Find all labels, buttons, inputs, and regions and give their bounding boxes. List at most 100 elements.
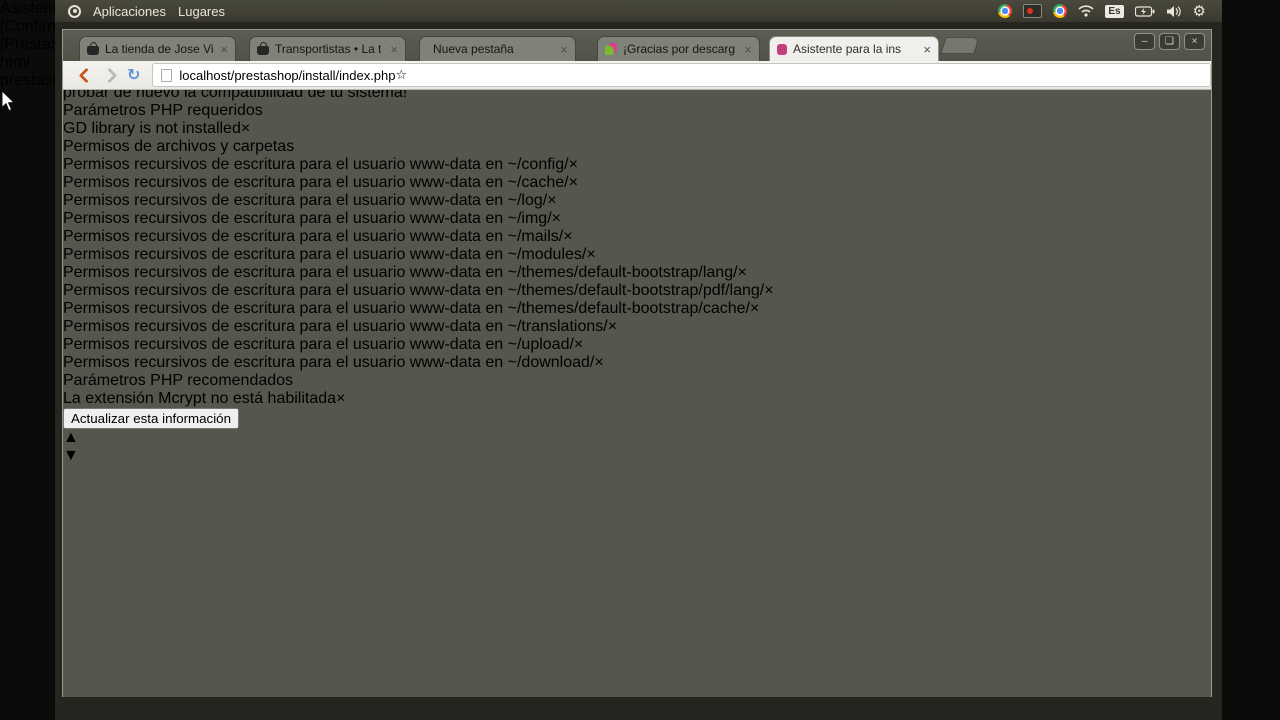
requirements-section: Permisos de archivos y carpetas Permisos … bbox=[63, 138, 1211, 372]
scroll-up-icon[interactable]: ▲ bbox=[63, 429, 79, 446]
keyboard-layout-indicator[interactable]: Es bbox=[1105, 4, 1124, 18]
requirement-text: Permisos recursivos de escritura para el… bbox=[63, 156, 569, 173]
requirements-panel: probar de nuevo la compatibilidad de tu … bbox=[63, 84, 1211, 429]
browser-tab[interactable]: ¡Gracias por descarg × bbox=[597, 36, 760, 61]
requirement-text: Permisos recursivos de escritura para el… bbox=[63, 192, 548, 209]
requirement-row: Permisos recursivos de escritura para el… bbox=[63, 336, 1211, 354]
requirement-text: Permisos recursivos de escritura para el… bbox=[63, 228, 564, 245]
reload-button-icon[interactable]: ↻ bbox=[127, 67, 140, 83]
prestashop-download-favicon-icon bbox=[605, 43, 617, 55]
battery-icon[interactable] bbox=[1134, 5, 1155, 17]
requirement-row: Permisos recursivos de escritura para el… bbox=[63, 210, 1211, 228]
tab-close-icon[interactable]: × bbox=[384, 42, 398, 57]
requirement-text: Permisos recursivos de escritura para el… bbox=[63, 264, 738, 281]
requirement-row: Permisos recursivos de escritura para el… bbox=[63, 264, 1211, 282]
tab-title: La tienda de Jose Vi bbox=[105, 42, 214, 56]
error-x-icon: × bbox=[607, 318, 618, 335]
tab-title: Nueva pestaña bbox=[433, 42, 514, 56]
mouse-cursor bbox=[0, 89, 16, 116]
requirement-text: Permisos recursivos de escritura para el… bbox=[63, 210, 552, 227]
places-menu[interactable]: Lugares bbox=[178, 4, 225, 19]
requirement-text: GD library is not installed bbox=[63, 120, 241, 137]
screen-recorder-icon[interactable] bbox=[1023, 4, 1043, 18]
error-x-icon: × bbox=[551, 210, 561, 227]
requirement-row: La extensión Mcrypt no está habilitada× bbox=[63, 390, 1211, 408]
section-header: Permisos de archivos y carpetas bbox=[63, 138, 295, 155]
minimize-button[interactable]: – bbox=[1134, 33, 1155, 50]
scroll-down-icon[interactable]: ▼ bbox=[63, 447, 79, 464]
requirement-text: Permisos recursivos de escritura para el… bbox=[63, 300, 750, 317]
new-tab-button[interactable] bbox=[940, 37, 980, 54]
maximize-button[interactable]: ❑ bbox=[1159, 33, 1180, 50]
requirement-row: Permisos recursivos de escritura para el… bbox=[63, 156, 1211, 174]
requirement-text: La extensión Mcrypt no está habilitada bbox=[63, 390, 337, 407]
chrome-tray-icon[interactable] bbox=[998, 4, 1013, 18]
browser-tab[interactable]: La tienda de Jose Vi × bbox=[79, 36, 236, 61]
requirements-section: Parámetros PHP recomendados La extensión … bbox=[63, 372, 1211, 408]
error-x-icon: × bbox=[573, 336, 584, 353]
section-header: Parámetros PHP recomendados bbox=[63, 372, 294, 389]
requirement-row: Permisos recursivos de escritura para el… bbox=[63, 192, 1211, 210]
requirement-text: Permisos recursivos de escritura para el… bbox=[63, 354, 595, 371]
requirement-row: Permisos recursivos de escritura para el… bbox=[63, 228, 1211, 246]
system-tray: Es ⚙ bbox=[998, 3, 1206, 19]
wifi-icon[interactable] bbox=[1078, 5, 1094, 17]
requirement-text: Permisos recursivos de escritura para el… bbox=[63, 318, 608, 335]
forward-button-icon[interactable] bbox=[101, 67, 118, 83]
requirement-row: Permisos recursivos de escritura para el… bbox=[63, 300, 1211, 318]
error-x-icon: × bbox=[586, 246, 596, 263]
page-scrollbar[interactable]: ▲ ▼ bbox=[63, 429, 1211, 465]
error-x-icon: × bbox=[336, 390, 346, 407]
requirement-row: Permisos recursivos de escritura para el… bbox=[63, 246, 1211, 264]
requirement-row: Permisos recursivos de escritura para el… bbox=[63, 174, 1211, 192]
error-x-icon: × bbox=[737, 264, 747, 281]
close-button[interactable]: × bbox=[1184, 33, 1205, 50]
section-header: Parámetros PHP requeridos bbox=[63, 102, 263, 119]
back-button-icon[interactable] bbox=[78, 67, 95, 83]
requirement-text: Permisos recursivos de escritura para el… bbox=[63, 282, 765, 299]
requirement-text: Permisos recursivos de escritura para el… bbox=[63, 336, 574, 353]
browser-window: La tienda de Jose Vi × Transportistas • La… bbox=[62, 29, 1212, 697]
tab-title: Asistente para la ins bbox=[793, 42, 902, 56]
bookmark-star-icon[interactable]: ☆ bbox=[396, 67, 408, 83]
browser-tab[interactable]: Nueva pestaña × bbox=[419, 36, 576, 61]
ubuntu-top-panel: Aplicaciones Lugares Es ⚙ bbox=[55, 0, 1222, 22]
address-bar[interactable]: localhost /prestashop/install/index.php … bbox=[152, 63, 1211, 87]
prestashop-install-favicon-icon bbox=[777, 44, 787, 55]
error-x-icon: × bbox=[240, 120, 251, 137]
tab-title: ¡Gracias por descarg bbox=[623, 42, 735, 56]
shopping-bag-favicon-icon bbox=[257, 42, 269, 55]
tab-close-icon[interactable]: × bbox=[214, 42, 228, 57]
volume-icon[interactable] bbox=[1166, 5, 1182, 18]
chrome-tray-icon[interactable] bbox=[1053, 4, 1068, 18]
error-x-icon: × bbox=[594, 354, 604, 371]
tab-close-icon[interactable]: × bbox=[738, 42, 752, 57]
url-path: /prestashop/install/index.php bbox=[230, 67, 396, 83]
error-x-icon: × bbox=[568, 174, 578, 191]
tab-close-icon[interactable]: × bbox=[554, 42, 568, 57]
requirement-text: Permisos recursivos de escritura para el… bbox=[63, 246, 587, 263]
tab-close-icon[interactable]: × bbox=[917, 42, 931, 57]
browser-tab[interactable]: Transportistas • La t × bbox=[249, 36, 406, 61]
refresh-info-button[interactable]: Actualizar esta información bbox=[63, 408, 240, 429]
applications-menu[interactable]: Aplicaciones bbox=[93, 4, 166, 19]
requirements-section: Parámetros PHP requeridos GD library is n… bbox=[63, 102, 1211, 138]
error-x-icon: × bbox=[547, 192, 557, 209]
requirement-row: GD library is not installed× bbox=[63, 120, 1211, 138]
requirement-row: Permisos recursivos de escritura para el… bbox=[63, 318, 1211, 336]
requirement-row: Permisos recursivos de escritura para el… bbox=[63, 354, 1211, 372]
button-row: Actualizar esta información bbox=[63, 408, 1211, 429]
shopping-bag-favicon-icon bbox=[87, 42, 99, 55]
browser-tab[interactable]: Asistente para la ins × bbox=[769, 36, 939, 61]
error-x-icon: × bbox=[563, 228, 573, 245]
error-x-icon: × bbox=[568, 156, 578, 173]
window-controls: – ❑ × bbox=[1134, 33, 1205, 50]
requirement-row: Permisos recursivos de escritura para el… bbox=[63, 282, 1211, 300]
taskbar-item-label: html bbox=[0, 54, 31, 71]
tab-strip: La tienda de Jose Vi × Transportistas • La… bbox=[63, 30, 1211, 61]
browser-toolbar: ↻ localhost /prestashop/install/index.ph… bbox=[63, 61, 1211, 90]
error-x-icon: × bbox=[764, 282, 774, 299]
requirement-text: Permisos recursivos de escritura para el… bbox=[63, 174, 569, 191]
error-x-icon: × bbox=[750, 300, 760, 317]
settings-gear-icon[interactable]: ⚙ bbox=[1193, 3, 1206, 19]
